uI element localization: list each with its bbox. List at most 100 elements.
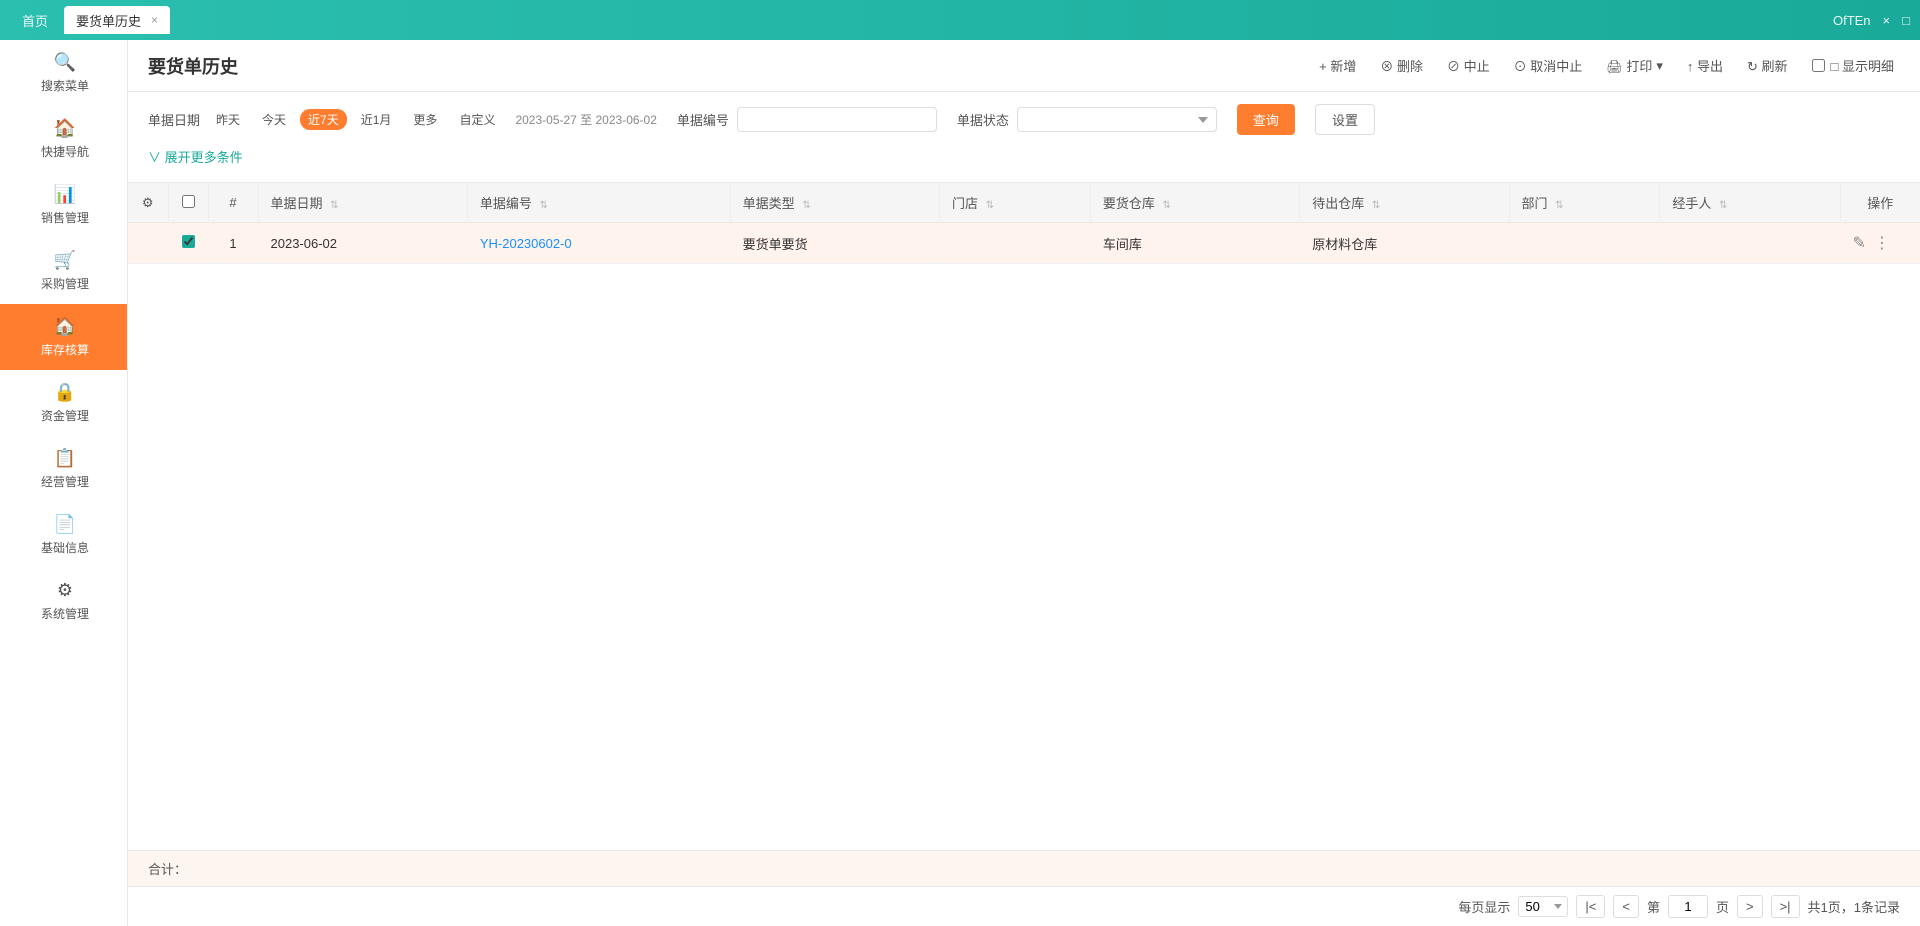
home-icon: 🏠 xyxy=(54,118,76,139)
th-ops: 操作 xyxy=(1840,183,1920,223)
sort-dept-icon: ⇅ xyxy=(1555,200,1563,211)
sort-date-icon: ⇅ xyxy=(330,200,338,211)
sidebar-item-search[interactable]: 🔍 搜索菜单 xyxy=(0,40,127,106)
status-filter-group: 单据状态 xyxy=(957,107,1217,132)
filter-row: 单据日期 昨天 今天 近7天 近1月 更多 自定义 2023-05-27 至 2… xyxy=(148,104,1900,135)
print-button[interactable]: 🖨 打印 ▾ xyxy=(1600,52,1669,79)
th-settings[interactable]: ⚙ xyxy=(128,183,168,223)
show-detail-button[interactable]: □ 显示明细 xyxy=(1806,52,1900,79)
delete-button[interactable]: ⊗ 删除 xyxy=(1374,52,1429,79)
th-dept[interactable]: 部门 ⇅ xyxy=(1509,183,1660,223)
select-all-checkbox[interactable] xyxy=(182,195,195,208)
page-unit-label: 页 xyxy=(1716,897,1729,916)
page-title: 要货单历史 xyxy=(148,53,238,79)
page-number-input[interactable] xyxy=(1668,895,1708,918)
sort-type-icon: ⇅ xyxy=(802,200,810,211)
sidebar-item-operations[interactable]: 📋 经营管理 xyxy=(0,436,127,502)
cancel-stop-button[interactable]: ⊙ 取消中止 xyxy=(1508,52,1589,79)
th-reqwarehouse[interactable]: 要货仓库 ⇅ xyxy=(1090,183,1299,223)
status-filter-label: 单据状态 xyxy=(957,110,1009,129)
sidebar-item-purchase[interactable]: 🛒 采购管理 xyxy=(0,238,127,304)
often-label: OfTEn xyxy=(1833,13,1871,28)
tab-home-label: 首页 xyxy=(22,11,48,30)
top-bar: 首页 要货单历史 × OfTEn × □ xyxy=(0,0,1920,40)
date-shortcuts: 昨天 今天 近7天 近1月 更多 自定义 xyxy=(208,109,503,130)
action-icons: ✎ ⋮ xyxy=(1853,233,1909,253)
page-first-btn[interactable]: |< xyxy=(1576,895,1605,918)
top-bar-right: OfTEn × □ xyxy=(1833,13,1910,28)
doc-code-link[interactable]: YH-20230602-0 xyxy=(480,236,572,251)
sidebar-label-inventory: 库存核算 xyxy=(41,341,89,358)
stop-button[interactable]: ⊘ 中止 xyxy=(1441,52,1496,79)
page-prev-btn[interactable]: < xyxy=(1613,895,1639,918)
filter-area: 单据日期 昨天 今天 近7天 近1月 更多 自定义 2023-05-27 至 2… xyxy=(128,92,1920,183)
page-header: 要货单历史 + 新增 ⊗ 删除 ⊘ 中止 ⊙ 取消中止 🖨 打印 ▾ xyxy=(128,40,1920,92)
sort-code-icon: ⇅ xyxy=(539,200,547,211)
new-label: + 新增 xyxy=(1319,56,1356,75)
per-page-select[interactable]: 50 10 20 100 xyxy=(1518,896,1568,917)
new-button[interactable]: + 新增 xyxy=(1313,52,1362,79)
expand-conditions-button[interactable]: ∨ 展开更多条件 xyxy=(148,143,1900,170)
content-area: 要货单历史 + 新增 ⊗ 删除 ⊘ 中止 ⊙ 取消中止 🖨 打印 ▾ xyxy=(128,40,1920,926)
sidebar-label-system: 系统管理 xyxy=(41,605,89,622)
date-yesterday[interactable]: 昨天 xyxy=(208,109,248,130)
edit-icon[interactable]: ✎ xyxy=(1853,233,1866,253)
sidebar: 🔍 搜索菜单 🏠 快捷导航 📊 销售管理 🛒 采购管理 🏠 库存核算 🔒 资金管… xyxy=(0,40,128,926)
page-last-btn[interactable]: >| xyxy=(1771,895,1800,918)
th-shop[interactable]: 门店 ⇅ xyxy=(940,183,1091,223)
window-close-btn[interactable]: × xyxy=(1883,13,1891,28)
export-button[interactable]: ↑ 导出 xyxy=(1681,52,1729,79)
date-range-display: 2023-05-27 至 2023-06-02 xyxy=(515,111,656,128)
status-filter-select[interactable] xyxy=(1017,107,1217,132)
sidebar-item-inventory[interactable]: 🏠 库存核算 xyxy=(0,304,127,370)
refresh-button[interactable]: ↻ 刷新 xyxy=(1741,52,1794,79)
page-next-btn[interactable]: > xyxy=(1737,895,1763,918)
show-detail-checkbox[interactable] xyxy=(1812,59,1825,72)
cart-icon: 🛒 xyxy=(54,250,76,271)
chart-icon: 📊 xyxy=(54,184,76,205)
settings-button[interactable]: 设置 xyxy=(1315,104,1375,135)
page-input-label: 第 xyxy=(1647,897,1660,916)
th-type[interactable]: 单据类型 ⇅ xyxy=(730,183,939,223)
tab-close-icon[interactable]: × xyxy=(151,13,158,27)
date-more[interactable]: 更多 xyxy=(405,109,445,130)
code-filter-input[interactable] xyxy=(737,107,937,132)
td-ops: ✎ ⋮ xyxy=(1840,223,1920,264)
date-custom[interactable]: 自定义 xyxy=(451,109,503,130)
td-date: 2023-06-02 xyxy=(258,223,467,264)
th-handler[interactable]: 经手人 ⇅ xyxy=(1660,183,1840,223)
td-checkbox xyxy=(168,223,208,264)
td-handler xyxy=(1660,223,1840,264)
tab-home[interactable]: 首页 xyxy=(10,6,60,34)
search-icon: 🔍 xyxy=(54,52,76,73)
sidebar-label-sales: 销售管理 xyxy=(41,209,89,226)
sidebar-item-finance[interactable]: 🔒 资金管理 xyxy=(0,370,127,436)
delete-label: ⊗ 删除 xyxy=(1380,56,1423,75)
date-1month[interactable]: 近1月 xyxy=(353,109,400,130)
td-pendingwarehouse: 原材料仓库 xyxy=(1300,223,1509,264)
th-pendingwarehouse[interactable]: 待出仓库 ⇅ xyxy=(1300,183,1509,223)
pagination: 每页显示 50 10 20 100 |< < 第 页 > >| 共1页，1条记录 xyxy=(128,886,1920,926)
sidebar-item-system[interactable]: ⚙ 系统管理 xyxy=(0,568,127,634)
date-filter-label: 单据日期 xyxy=(148,110,200,129)
date-7days[interactable]: 近7天 xyxy=(300,109,347,130)
table-footer: 合计： xyxy=(128,850,1920,886)
sidebar-item-sales[interactable]: 📊 销售管理 xyxy=(0,172,127,238)
sort-handler-icon: ⇅ xyxy=(1719,200,1727,211)
th-code[interactable]: 单据编号 ⇅ xyxy=(467,183,730,223)
th-date[interactable]: 单据日期 ⇅ xyxy=(258,183,467,223)
more-icon[interactable]: ⋮ xyxy=(1874,233,1890,253)
window-maximize-btn[interactable]: □ xyxy=(1902,13,1910,28)
query-button[interactable]: 查询 xyxy=(1237,104,1295,135)
sidebar-item-quicknav[interactable]: 🏠 快捷导航 xyxy=(0,106,127,172)
sidebar-item-basic[interactable]: 📄 基础信息 xyxy=(0,502,127,568)
print-dropdown-icon: ▾ xyxy=(1656,58,1663,74)
print-label: 🖨 打印 xyxy=(1606,56,1652,75)
row-checkbox[interactable] xyxy=(182,235,195,248)
clipboard-icon: 📋 xyxy=(54,448,76,469)
code-filter-label: 单据编号 xyxy=(677,110,729,129)
tab-history[interactable]: 要货单历史 × xyxy=(64,6,170,34)
date-today[interactable]: 今天 xyxy=(254,109,294,130)
sidebar-label-basic: 基础信息 xyxy=(41,539,89,556)
table-area: ⚙ # 单据日期 ⇅ 单据编号 ⇅ xyxy=(128,183,1920,850)
